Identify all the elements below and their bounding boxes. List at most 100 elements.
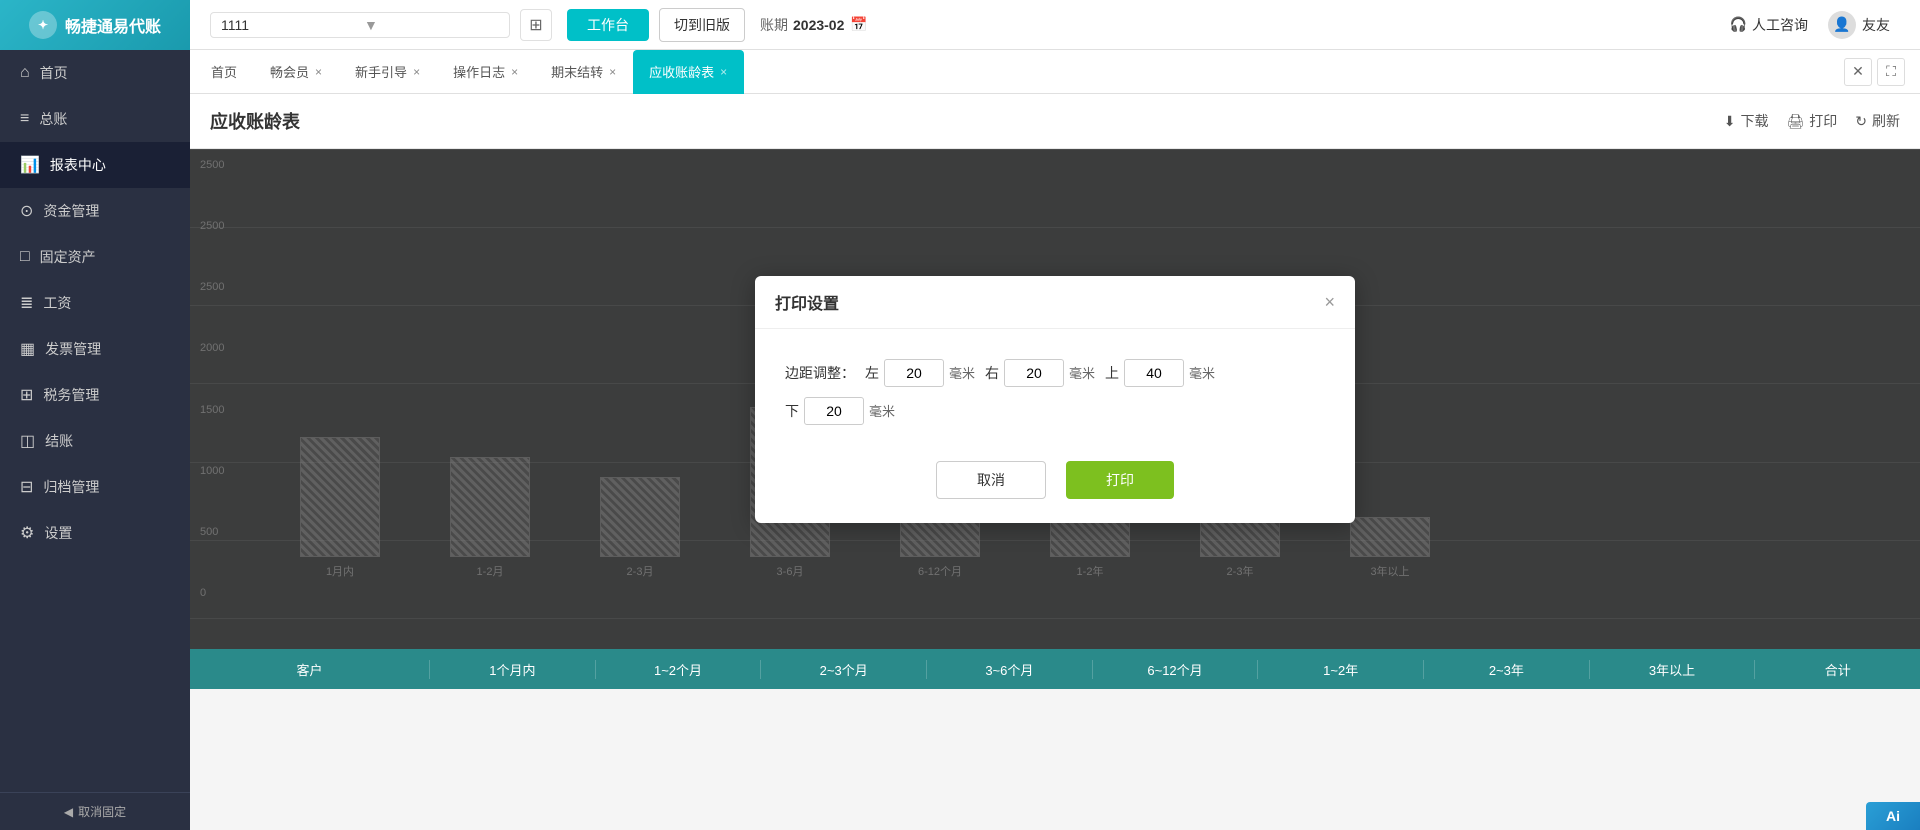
checkout-icon: ◫ xyxy=(20,431,35,451)
tab-oplog-close[interactable]: × xyxy=(511,65,518,79)
download-button[interactable]: ⬇ 下载 xyxy=(1724,111,1769,131)
tab-ar-aging[interactable]: 应收账龄表 × xyxy=(633,50,744,94)
sidebar-item-assets[interactable]: □ 固定资产 xyxy=(0,234,190,280)
bottom-margin-input[interactable] xyxy=(804,397,864,425)
calendar-icon[interactable]: 📅 xyxy=(850,16,867,33)
top-margin-input[interactable] xyxy=(1124,359,1184,387)
sidebar-item-invoice[interactable]: ▦ 发票管理 xyxy=(0,326,190,372)
header-right: 🎧 人工咨询 👤 友友 xyxy=(1730,11,1910,39)
sidebar-item-settings[interactable]: ⚙ 设置 xyxy=(0,510,190,556)
th-3yplus: 3年以上 xyxy=(1590,660,1756,679)
tab-period-end-label: 期末结转 xyxy=(551,62,603,81)
tab-member[interactable]: 畅会员 × xyxy=(254,50,339,94)
sidebar-label-invoice: 发票管理 xyxy=(45,339,101,359)
right-margin-input[interactable] xyxy=(1004,359,1064,387)
tabs-actions: ✕ ⛶ xyxy=(1844,58,1915,86)
tab-home-label: 首页 xyxy=(211,62,237,81)
close-tab-button[interactable]: ✕ xyxy=(1844,58,1872,86)
page-content: 应收账龄表 ⬇ 下载 🖨 打印 ↻ 刷新 xyxy=(190,94,1920,830)
left-label: 左 xyxy=(865,363,879,383)
refresh-button[interactable]: ↻ 刷新 xyxy=(1855,111,1900,131)
dialog-header: 打印设置 × xyxy=(755,276,1355,329)
support-button[interactable]: 🎧 人工咨询 xyxy=(1730,15,1808,35)
company-name: 1111 xyxy=(221,17,356,33)
th-total: 合计 xyxy=(1755,660,1920,679)
maximize-button[interactable]: ⛶ xyxy=(1877,58,1905,86)
ai-badge[interactable]: Ai xyxy=(1866,802,1920,830)
sidebar-label-tax: 税务管理 xyxy=(43,385,99,405)
sidebar-item-home[interactable]: ⌂ 首页 xyxy=(0,50,190,96)
tab-guide[interactable]: 新手引导 × xyxy=(339,50,437,94)
sidebar-label-ledger: 总账 xyxy=(39,109,67,129)
dropdown-arrow-icon: ▼ xyxy=(364,17,499,33)
th-612m: 6~12个月 xyxy=(1093,660,1259,679)
sidebar-label-archive: 归档管理 xyxy=(43,477,99,497)
salary-icon: ≣ xyxy=(20,293,33,313)
sidebar-label-checkout: 结账 xyxy=(45,431,73,451)
print-button[interactable]: 🖨 打印 xyxy=(1786,111,1837,131)
sidebar-label-salary: 工资 xyxy=(43,293,71,313)
tab-member-close[interactable]: × xyxy=(315,65,322,79)
sidebar-item-tax[interactable]: ⊞ 税务管理 xyxy=(0,372,190,418)
bottom-unit: 毫米 xyxy=(869,401,895,420)
user-menu[interactable]: 👤 友友 xyxy=(1828,11,1890,39)
print-confirm-button[interactable]: 打印 xyxy=(1066,461,1174,499)
bottom-margin-group: 下 毫米 xyxy=(785,397,895,425)
tab-oplog-label: 操作日志 xyxy=(453,62,505,81)
main-layout: ⌂ 首页 ≡ 总账 📊 报表中心 ⊙ 资金管理 □ 固定资产 ≣ 工资 xyxy=(0,50,1920,830)
left-unit: 毫米 xyxy=(949,363,975,382)
sidebar-collapse-button[interactable]: ◀ 取消固定 xyxy=(0,792,190,830)
reports-icon: 📊 xyxy=(20,155,40,175)
sidebar-item-reports[interactable]: 📊 报表中心 xyxy=(0,142,190,188)
tab-guide-close[interactable]: × xyxy=(413,65,420,79)
archive-icon: ⊟ xyxy=(20,477,33,497)
download-label: 下载 xyxy=(1740,111,1768,131)
tab-period-end[interactable]: 期末结转 × xyxy=(535,50,633,94)
page-actions: ⬇ 下载 🖨 打印 ↻ 刷新 xyxy=(1724,111,1900,131)
sidebar-item-checkout[interactable]: ◫ 结账 xyxy=(0,418,190,464)
user-icon: 👤 xyxy=(1833,16,1850,33)
company-selector[interactable]: 1111 ▼ xyxy=(210,12,510,38)
tab-oplog[interactable]: 操作日志 × xyxy=(437,50,535,94)
support-label: 人工咨询 xyxy=(1752,15,1808,35)
dialog-close-button[interactable]: × xyxy=(1324,293,1335,311)
settings-icon: ⚙ xyxy=(20,523,34,543)
top-label: 上 xyxy=(1105,363,1119,383)
right-unit: 毫米 xyxy=(1069,363,1095,382)
headset-icon: 🎧 xyxy=(1730,16,1747,33)
th-12y: 1~2年 xyxy=(1258,660,1424,679)
right-margin-group: 右 毫米 xyxy=(985,359,1095,387)
refresh-icon: ↻ xyxy=(1855,113,1867,130)
cancel-button[interactable]: 取消 xyxy=(936,461,1046,499)
workbench-button[interactable]: 工作台 xyxy=(567,9,649,41)
tax-icon: ⊞ xyxy=(20,385,33,405)
th-customer: 客户 xyxy=(190,660,430,679)
tab-period-end-close[interactable]: × xyxy=(609,65,616,79)
refresh-label: 刷新 xyxy=(1872,111,1900,131)
tab-ar-aging-close[interactable]: × xyxy=(720,65,727,79)
copy-button[interactable]: ⊞ xyxy=(520,9,552,41)
tab-home[interactable]: 首页 xyxy=(195,50,254,94)
sidebar-scroll: ⌂ 首页 ≡ 总账 📊 报表中心 ⊙ 资金管理 □ 固定资产 ≣ 工资 xyxy=(0,50,190,792)
switch-version-button[interactable]: 切到旧版 xyxy=(659,8,745,42)
table-header: 客户 1个月内 1~2个月 2~3个月 3~6个月 6~12个月 1~2年 2~… xyxy=(190,649,1920,689)
sidebar-label-assets: 固定资产 xyxy=(40,247,96,267)
download-icon: ⬇ xyxy=(1724,113,1736,130)
tab-ar-aging-label: 应收账龄表 xyxy=(649,62,714,81)
collapse-icon: ◀ xyxy=(64,805,73,819)
sidebar-item-ledger[interactable]: ≡ 总账 xyxy=(0,96,190,142)
logo: ✦ 畅捷通易代账 xyxy=(0,0,190,50)
sidebar-item-funds[interactable]: ⊙ 资金管理 xyxy=(0,188,190,234)
home-icon: ⌂ xyxy=(20,64,30,82)
logo-icon: ✦ xyxy=(29,11,57,39)
ledger-icon: ≡ xyxy=(20,110,29,128)
left-margin-input[interactable] xyxy=(884,359,944,387)
tabs-bar: 首页 畅会员 × 新手引导 × 操作日志 × 期末结转 × 应收账龄表 × xyxy=(190,50,1920,94)
left-margin-group: 左 毫米 xyxy=(865,359,975,387)
sidebar-item-salary[interactable]: ≣ 工资 xyxy=(0,280,190,326)
copy-icon: ⊞ xyxy=(529,15,542,35)
collapse-label: 取消固定 xyxy=(78,803,126,820)
th-1m: 1个月内 xyxy=(430,660,596,679)
sidebar-item-archive[interactable]: ⊟ 归档管理 xyxy=(0,464,190,510)
period-label: 账期 xyxy=(760,15,788,35)
